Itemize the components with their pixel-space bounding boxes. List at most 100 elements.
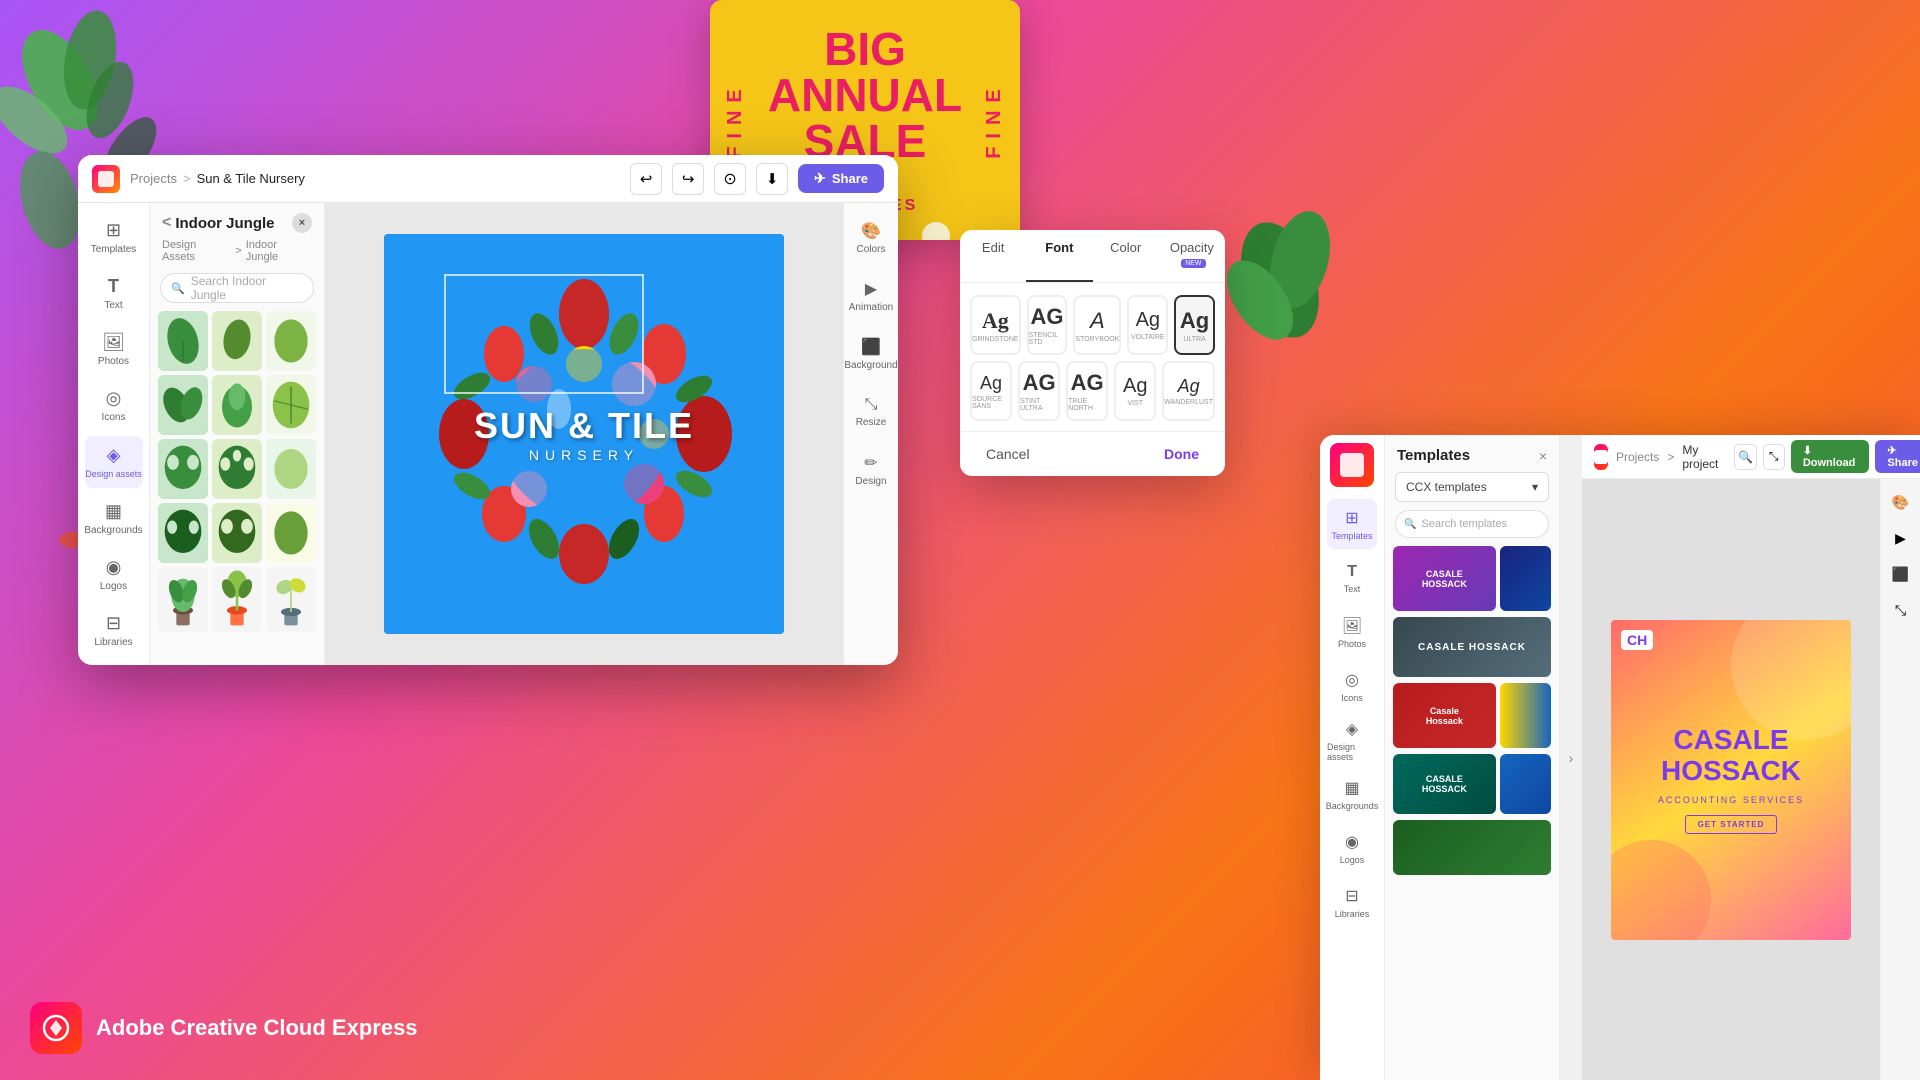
panel-search[interactable]: 🔍 Search Indoor Jungle — [160, 273, 314, 303]
cancel-button[interactable]: Cancel — [974, 440, 1042, 468]
asset-item[interactable] — [212, 567, 262, 632]
download-button[interactable]: ⬇ — [756, 163, 788, 195]
templates-sidebar-text[interactable]: T Text — [1327, 553, 1377, 603]
asset-item[interactable] — [158, 439, 208, 499]
template-thumb-7[interactable] — [1393, 820, 1551, 875]
preview-colors-btn[interactable]: 🎨 — [1886, 487, 1916, 517]
sidebar-item-photos[interactable]: 🖼 Photos — [85, 324, 143, 376]
background-tool[interactable]: ⬛ Background — [842, 327, 898, 381]
font-source-sans[interactable]: Ag SOURCE SANS — [970, 361, 1012, 421]
assets-grid — [150, 311, 324, 632]
templates-templates-icon: ⊞ — [1345, 508, 1358, 528]
preview-initials: CH — [1621, 630, 1653, 650]
preview-resize-btn[interactable]: ⤡ — [1886, 595, 1916, 625]
preview-share-btn[interactable]: ✈ Share — [1875, 440, 1920, 473]
templates-logo — [1330, 443, 1374, 487]
templates-list-panel: Templates × CCX templates ▾ 🔍 Search tem… — [1385, 435, 1560, 1080]
template-thumb-2[interactable] — [1500, 546, 1551, 611]
asset-item[interactable] — [212, 375, 262, 435]
preview-cta[interactable]: GET STARTED — [1685, 815, 1778, 834]
font-vist[interactable]: Ag VIST — [1114, 361, 1156, 421]
asset-item[interactable] — [212, 311, 262, 371]
resize-tool[interactable]: ⤡ Resize — [842, 385, 898, 439]
font-grindstone[interactable]: Ag GRINDSTONE — [970, 295, 1021, 355]
asset-item[interactable] — [158, 567, 208, 632]
template-thumb-1[interactable]: CASALEHOSSACK — [1393, 546, 1496, 611]
animation-tool[interactable]: ▶ Animation — [842, 269, 898, 323]
templates-dropdown[interactable]: CCX templates ▾ — [1395, 472, 1549, 502]
font-ultra[interactable]: Ag ULTRA — [1174, 295, 1215, 355]
libraries-icon: ⊟ — [106, 613, 121, 634]
tab-color[interactable]: Color — [1093, 230, 1159, 282]
editor-window: Projects > Sun & Tile Nursery ↩ ↪ ⊙ ⬇ ✈ … — [78, 155, 898, 665]
templates-close-button[interactable]: × — [1539, 448, 1547, 464]
template-thumb-4[interactable]: CasaleHossack — [1393, 683, 1496, 748]
templates-sidebar-backgrounds[interactable]: ▦ Backgrounds — [1327, 769, 1377, 819]
asset-item[interactable] — [158, 375, 208, 435]
templates-sidebar-icons[interactable]: ◎ Icons — [1327, 661, 1377, 711]
sidebar-item-templates[interactable]: ⊞ Templates — [85, 211, 143, 263]
sidebar-item-libraries[interactable]: ⊟ Libraries — [85, 605, 143, 657]
sidebar-item-icons[interactable]: ◎ Icons — [85, 380, 143, 432]
undo-button[interactable]: ↩ — [630, 163, 662, 195]
preview-canvas-area[interactable]: CH CASALE HOSSACK ACCOUNTING SERVICES GE… — [1582, 479, 1880, 1080]
templates-sidebar-design-assets[interactable]: ◈ Design assets — [1327, 715, 1377, 765]
tab-font[interactable]: Font — [1026, 230, 1092, 282]
share-button[interactable]: ✈ Share — [798, 164, 884, 193]
canvas-area[interactable]: SUN & TILE NURSERY — [325, 203, 843, 665]
template-thumb-6b[interactable] — [1500, 754, 1551, 814]
preview-search-btn[interactable]: 🔍 — [1734, 444, 1756, 470]
preview-design-title: CASALE HOSSACK — [1661, 725, 1801, 787]
sidebar-item-design-assets[interactable]: ◈ Design assets — [85, 436, 143, 488]
asset-item[interactable] — [158, 311, 208, 371]
tab-edit[interactable]: Edit — [960, 230, 1026, 282]
asset-item[interactable] — [266, 439, 316, 499]
templates-sidebar-photos[interactable]: 🖼 Photos — [1327, 607, 1377, 657]
asset-item[interactable] — [158, 503, 208, 563]
preview-project-name: My project — [1682, 443, 1718, 471]
sidebar-item-backgrounds[interactable]: ▦ Backgrounds — [85, 492, 143, 544]
asset-item[interactable] — [266, 375, 316, 435]
font-stint-ultra[interactable]: AG STINT ULTRA — [1018, 361, 1060, 421]
preview-download-btn[interactable]: ⬇ Download — [1791, 440, 1870, 473]
templates-dropdown-label: CCX templates — [1406, 480, 1487, 494]
template-thumb-3[interactable]: CASALE HOSSACK — [1393, 617, 1551, 677]
panel-breadcrumb: Design Assets > Indoor Jungle — [150, 239, 324, 269]
font-stencil[interactable]: AG STENCIL STD — [1027, 295, 1068, 355]
breadcrumb-projects[interactable]: Projects — [130, 171, 177, 186]
template-thumb-6[interactable]: CASALEHOSSACK — [1393, 754, 1496, 814]
font-storybook[interactable]: A STORYBOOK — [1073, 295, 1121, 355]
font-voltaire[interactable]: Ag VOLTAIRE — [1127, 295, 1168, 355]
templates-next-arrow[interactable]: › — [1560, 435, 1582, 1080]
design-tool[interactable]: ✏ Design — [842, 443, 898, 497]
sidebar-item-text[interactable]: T Text — [85, 267, 143, 319]
templates-sidebar-logos[interactable]: ◉ Logos — [1327, 823, 1377, 873]
templates-sidebar-libraries[interactable]: ⊟ Libraries — [1327, 877, 1377, 927]
templates-search[interactable]: 🔍 Search templates — [1395, 510, 1549, 538]
right-sidebar: 🎨 Colors ▶ Animation ⬛ Background ⤡ Resi… — [843, 203, 898, 665]
redo-button[interactable]: ↪ — [672, 163, 704, 195]
panel-back-button[interactable]: < — [162, 214, 171, 232]
sidebar-item-logos[interactable]: ◉ Logos — [85, 549, 143, 601]
preview-projects-link[interactable]: Projects — [1616, 450, 1659, 464]
asset-item[interactable] — [266, 503, 316, 563]
asset-item[interactable] — [266, 567, 316, 632]
tab-opacity[interactable]: Opacity NEW — [1159, 230, 1225, 282]
font-wanderlust[interactable]: Ag WANDERLUST — [1162, 361, 1215, 421]
asset-item[interactable] — [212, 503, 262, 563]
canvas-title: SUN & TILE — [474, 405, 694, 447]
preview-animation-btn[interactable]: ▶ — [1886, 523, 1916, 553]
templates-sidebar-templates[interactable]: ⊞ Templates — [1327, 499, 1377, 549]
colors-tool[interactable]: 🎨 Colors — [842, 211, 898, 265]
template-thumb-5[interactable] — [1500, 683, 1551, 748]
font-panel: Edit Font Color Opacity NEW Ag GRINDSTON… — [960, 230, 1225, 476]
asset-item[interactable] — [212, 439, 262, 499]
asset-item[interactable] — [266, 311, 316, 371]
accessibility-button[interactable]: ⊙ — [714, 163, 746, 195]
preview-background-btn[interactable]: ⬛ — [1886, 559, 1916, 589]
panel-close-button[interactable]: × — [292, 213, 312, 233]
done-button[interactable]: Done — [1152, 440, 1211, 468]
font-true-north[interactable]: AG TRUE NORTH — [1066, 361, 1108, 421]
preview-zoom-btn[interactable]: ⤡ — [1763, 444, 1785, 470]
preview-subtitle: ACCOUNTING SERVICES — [1658, 795, 1804, 805]
